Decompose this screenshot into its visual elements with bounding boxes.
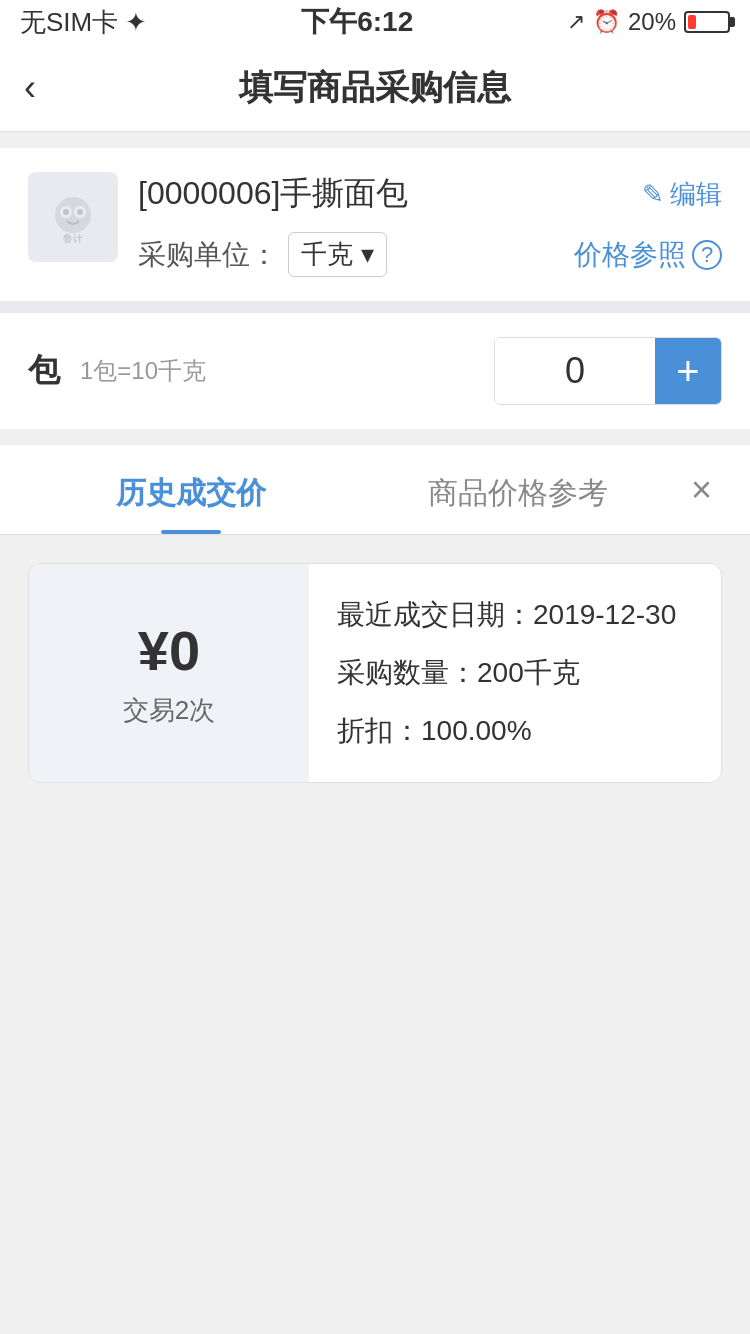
product-logo-icon: 鲁计 bbox=[43, 187, 103, 247]
product-image: 鲁计 bbox=[28, 172, 118, 262]
svg-text:鲁计: 鲁计 bbox=[63, 233, 83, 244]
main-content: 历史成交价 商品价格参考 × ¥0 交易2次 最近成交日期：2019-12-30… bbox=[0, 445, 750, 1145]
svg-point-0 bbox=[55, 197, 91, 233]
alarm-icon: ⏰ bbox=[593, 9, 620, 35]
time-label: 下午6:12 bbox=[301, 3, 413, 41]
edit-label: 编辑 bbox=[670, 177, 722, 212]
tab-history-label: 历史成交价 bbox=[116, 476, 266, 509]
price-value: 0 bbox=[169, 619, 200, 682]
price-ref-label: 价格参照 bbox=[574, 236, 686, 274]
battery-icon bbox=[684, 11, 730, 33]
tab-price-ref-label: 商品价格参考 bbox=[428, 476, 608, 509]
tabs-container: 历史成交价 商品价格参考 × bbox=[0, 445, 750, 535]
unit-selector[interactable]: 千克 ▾ bbox=[288, 232, 387, 277]
carrier-label: 无SIM卡 ✦ bbox=[20, 5, 147, 40]
history-card-right: 最近成交日期：2019-12-30 采购数量：200千克 折扣：100.00% bbox=[309, 564, 721, 782]
unit-selector-group: 采购单位： 千克 ▾ bbox=[138, 232, 387, 277]
status-right: ↗ ⏰ 20% bbox=[567, 8, 730, 36]
yen-symbol: ¥ bbox=[138, 619, 169, 682]
unit-row: 采购单位： 千克 ▾ 价格参照 ? bbox=[138, 232, 722, 277]
quantity-value: 200千克 bbox=[477, 657, 580, 688]
edit-button[interactable]: ✎ 编辑 bbox=[642, 177, 722, 212]
quantity-row: 包 1包=10千克 + bbox=[0, 313, 750, 429]
history-section: ¥0 交易2次 最近成交日期：2019-12-30 采购数量：200千克 折扣：… bbox=[0, 535, 750, 811]
product-name-row: [0000006]手撕面包 ✎ 编辑 bbox=[138, 172, 722, 216]
status-left: 无SIM卡 ✦ bbox=[20, 5, 147, 40]
latest-date-value: 2019-12-30 bbox=[533, 599, 676, 630]
history-discount-row: 折扣：100.00% bbox=[337, 710, 693, 752]
battery-percent: 20% bbox=[628, 8, 676, 36]
product-name: [0000006]手撕面包 bbox=[138, 172, 408, 216]
tab-close-button[interactable]: × bbox=[681, 469, 722, 511]
quantity-plus-button[interactable]: + bbox=[655, 338, 721, 404]
history-transaction-count: 交易2次 bbox=[123, 693, 215, 728]
status-bar: 无SIM卡 ✦ 下午6:12 ↗ ⏰ 20% bbox=[0, 0, 750, 44]
page-title: 填写商品采购信息 bbox=[239, 65, 511, 111]
history-latest-date-row: 最近成交日期：2019-12-30 bbox=[337, 594, 693, 636]
back-button[interactable]: ‹ bbox=[24, 67, 36, 109]
quantity-unit-label: 包 bbox=[28, 349, 60, 393]
discount-value: 100.00% bbox=[421, 715, 532, 746]
quantity-input-wrap: + bbox=[494, 337, 722, 405]
price-reference-button[interactable]: 价格参照 ? bbox=[574, 236, 722, 274]
tab-history-price[interactable]: 历史成交价 bbox=[28, 445, 354, 534]
edit-icon: ✎ bbox=[642, 179, 664, 210]
history-card: ¥0 交易2次 最近成交日期：2019-12-30 采购数量：200千克 折扣：… bbox=[28, 563, 722, 783]
question-mark-icon: ? bbox=[692, 240, 722, 270]
nav-bar: ‹ 填写商品采购信息 bbox=[0, 44, 750, 132]
unit-label: 采购单位： bbox=[138, 236, 278, 274]
product-header: 鲁计 [0000006]手撕面包 ✎ 编辑 采购单位： 千克 ▾ bbox=[28, 172, 722, 277]
quantity-sub-label: 1包=10千克 bbox=[80, 355, 474, 387]
svg-point-4 bbox=[77, 209, 83, 215]
tab-product-price-reference[interactable]: 商品价格参考 bbox=[354, 445, 680, 534]
history-card-left: ¥0 交易2次 bbox=[29, 564, 309, 782]
divider-bar bbox=[0, 301, 750, 313]
history-price: ¥0 bbox=[138, 618, 200, 683]
history-quantity-row: 采购数量：200千克 bbox=[337, 652, 693, 694]
chevron-down-icon: ▾ bbox=[361, 239, 374, 270]
product-card: 鲁计 [0000006]手撕面包 ✎ 编辑 采购单位： 千克 ▾ bbox=[0, 148, 750, 301]
quantity-label: 采购数量： bbox=[337, 657, 477, 688]
location-icon: ↗ bbox=[567, 9, 585, 35]
latest-date-label: 最近成交日期： bbox=[337, 599, 533, 630]
unit-value: 千克 bbox=[301, 237, 353, 272]
svg-point-3 bbox=[63, 209, 69, 215]
discount-label: 折扣： bbox=[337, 715, 421, 746]
product-info: [0000006]手撕面包 ✎ 编辑 采购单位： 千克 ▾ 价格参照 ? bbox=[138, 172, 722, 277]
quantity-input[interactable] bbox=[495, 338, 655, 404]
